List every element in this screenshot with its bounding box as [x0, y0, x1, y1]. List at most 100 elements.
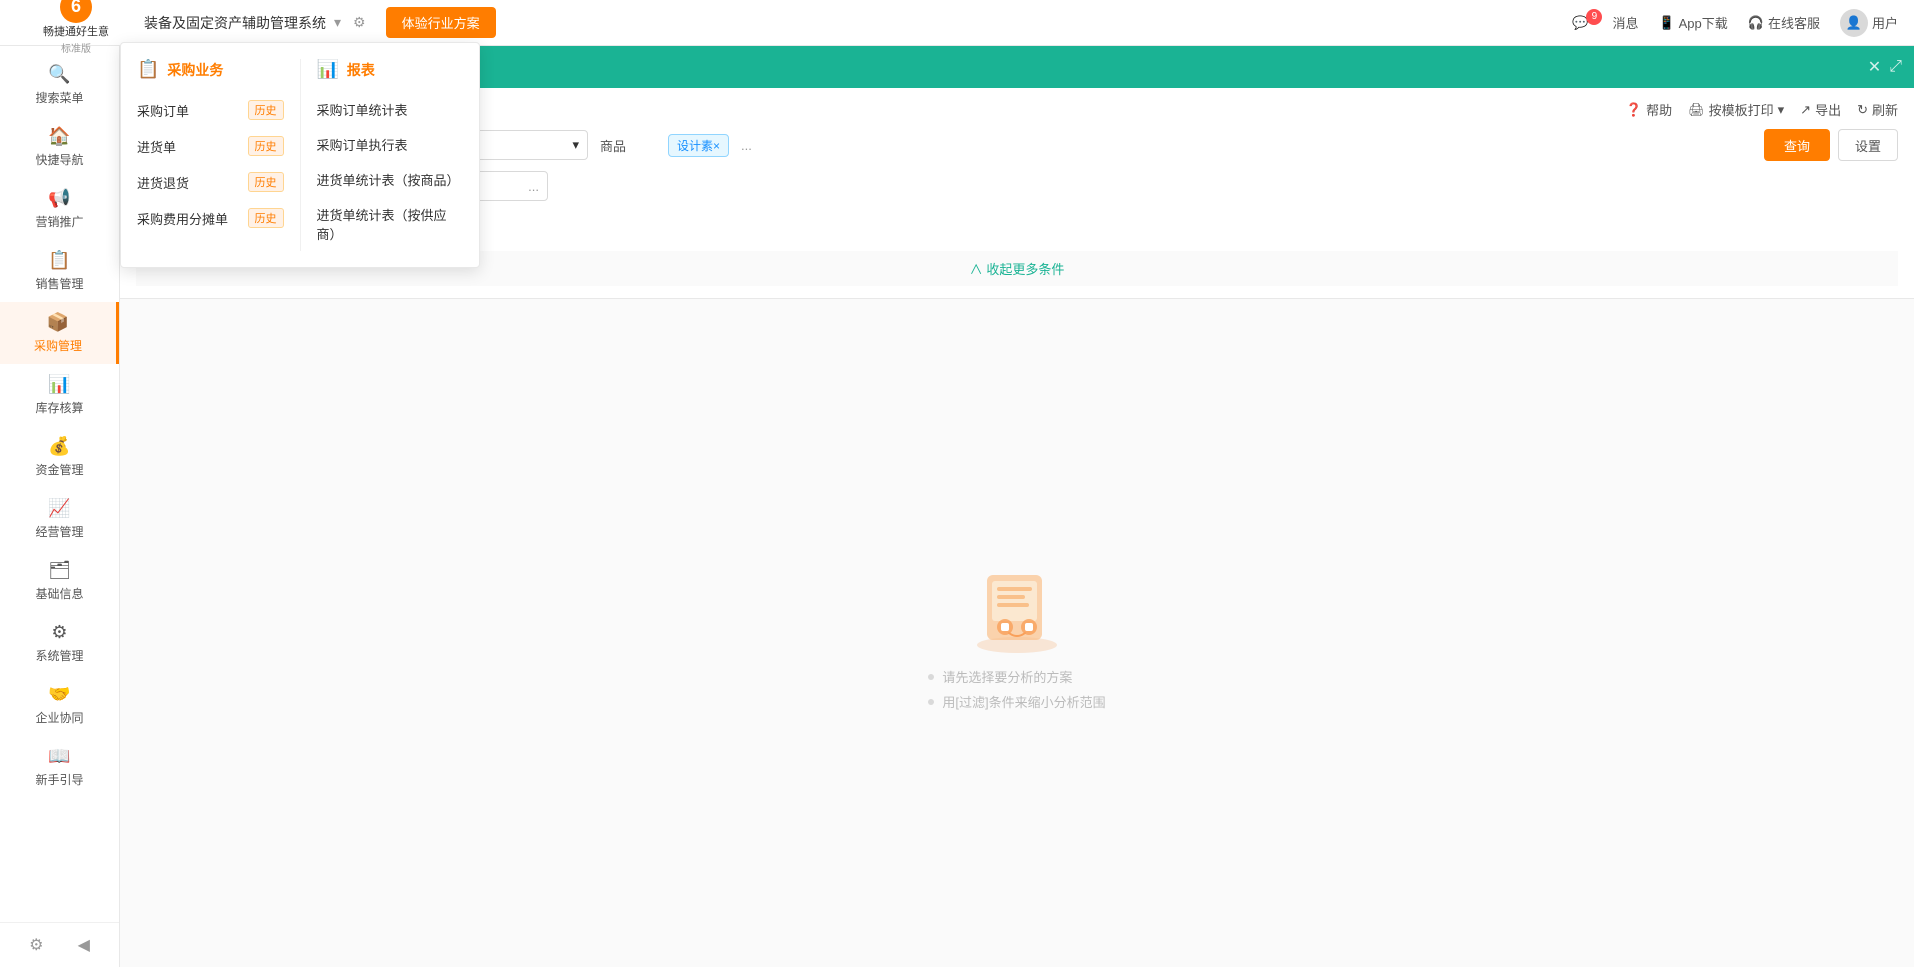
report-col-title: 报表 [347, 60, 375, 80]
dropdown-incoming[interactable]: 进货单 历史 [137, 128, 284, 164]
incoming-return-label: 进货退货 [137, 173, 189, 192]
print-icon: 🖨 [1688, 102, 1705, 118]
logo-title: 畅捷通好生意 [43, 23, 109, 39]
dropdown-purchase-order-exec[interactable]: 采购订单执行表 [317, 127, 464, 162]
sidebar-inventory-label: 库存核算 [35, 399, 83, 416]
query-button[interactable]: 查询 [1764, 129, 1830, 161]
print-dropdown-icon[interactable]: ▾ [1778, 102, 1785, 118]
system-title-text: 装备及固定资产辅助管理系统 [144, 13, 326, 33]
dropdown-arrow-icon[interactable]: ▾ [334, 14, 341, 31]
filter-actions: 查询 设置 [1764, 129, 1898, 161]
sidebar-nav-label: 快捷导航 [35, 151, 83, 168]
sidebar-item-marketing[interactable]: 📢 营销推广 [0, 178, 119, 240]
online-service-label: 在线客服 [1768, 13, 1820, 32]
sidebar-purchase-label: 采购管理 [34, 337, 82, 354]
sidebar-settings-icon[interactable]: ⚙ [29, 935, 43, 955]
print-button[interactable]: 🖨 按模板打印 ▾ [1688, 100, 1784, 119]
sidebar-bottom: ⚙ ◀ [0, 922, 119, 967]
sidebar-item-inventory[interactable]: 📊 库存核算 [0, 364, 119, 426]
salesperson-dots[interactable]: ... [528, 179, 539, 194]
user-item[interactable]: 👤 用户 [1840, 9, 1898, 37]
sidebar-collapse-icon[interactable]: ◀ [78, 935, 90, 955]
system-settings-icon[interactable]: ⚙ [353, 14, 366, 31]
sidebar-item-search[interactable]: 🔍 搜索菜单 [0, 54, 119, 116]
sidebar-item-basic[interactable]: 🗂 基础信息 [0, 550, 119, 612]
collapse-icon: ∧ [970, 262, 983, 277]
export-label: 导出 [1815, 100, 1841, 119]
sidebar-management-label: 经营管理 [35, 523, 83, 540]
management-icon: 📈 [48, 498, 70, 519]
sidebar-basic-label: 基础信息 [35, 585, 83, 602]
purchase-order-stat-label: 采购订单统计表 [317, 100, 408, 119]
sidebar-item-system[interactable]: ⚙ 系统管理 [0, 612, 119, 674]
sidebar-item-nav[interactable]: 🏠 快捷导航 [0, 116, 119, 178]
goods-tag[interactable]: 设计素× [668, 134, 729, 157]
tab-expand-action[interactable]: ⤢ [1889, 58, 1902, 76]
sidebar-item-purchase[interactable]: 📦 采购管理 [0, 302, 119, 364]
print-label: 按模板打印 [1709, 100, 1774, 119]
tab-bar-actions: ✕ ⤢ [1868, 46, 1914, 88]
empty-hint-2: 用[过滤]条件来缩小分析范围 [928, 692, 1105, 711]
goods-dots[interactable]: ... [741, 138, 752, 153]
dropdown-incoming-stat-goods[interactable]: 进货单统计表（按商品） [317, 162, 464, 197]
logo-icon: 6 [60, 0, 92, 23]
purchase-order-badge: 历史 [248, 100, 284, 120]
dropdown-purchase-order-stat[interactable]: 采购订单统计表 [317, 92, 464, 127]
sidebar-item-management[interactable]: 📈 经营管理 [0, 488, 119, 550]
finance-icon: 💰 [48, 436, 70, 457]
purchase-col-header: 📋 采购业务 [137, 59, 284, 80]
goods-tag-text: 设计素× [677, 137, 720, 154]
incoming-badge: 历史 [248, 136, 284, 156]
home-icon: 🏠 [48, 126, 70, 147]
sidebar-item-finance[interactable]: 💰 资金管理 [0, 426, 119, 488]
hint-text-2: 用[过滤]条件来缩小分析范围 [942, 692, 1105, 711]
goods-label: 商品 [600, 136, 660, 155]
sidebar-item-sales[interactable]: 📋 销售管理 [0, 240, 119, 302]
purchase-expense-badge: 历史 [248, 208, 284, 228]
sidebar-item-enterprise[interactable]: 🤝 企业协同 [0, 674, 119, 736]
report-col: 📊 报表 采购订单统计表 采购订单执行表 进货单统计表（按商品） 进货单统计表（… [301, 59, 480, 251]
trial-button[interactable]: 体验行业方案 [386, 7, 496, 38]
incoming-stat-goods-label: 进货单统计表（按商品） [317, 170, 460, 189]
report-col-icon: 📊 [317, 59, 339, 80]
online-service-item[interactable]: 🎧 在线客服 [1748, 13, 1820, 32]
top-header: 6 畅捷通好生意 标准版 装备及固定资产辅助管理系统 ▾ ⚙ 体验行业方案 💬 … [0, 0, 1914, 46]
sidebar-item-guide[interactable]: 📖 新手引导 [0, 736, 119, 798]
empty-text: 请先选择要分析的方案 用[过滤]条件来缩小分析范围 [928, 667, 1105, 711]
sidebar-marketing-label: 营销推广 [35, 213, 83, 230]
header-right: 💬 9 消息 📱 App下载 🎧 在线客服 👤 用户 [1572, 9, 1898, 37]
hint-dot-2 [928, 699, 934, 705]
export-icon: ↗ [1800, 102, 1811, 118]
refresh-button[interactable]: ↻ 刷新 [1857, 100, 1898, 119]
incoming-return-badge: 历史 [248, 172, 284, 192]
dropdown-purchase-expense[interactable]: 采购费用分摊单 历史 [137, 200, 284, 236]
tab-close-action[interactable]: ✕ [1868, 57, 1881, 77]
sidebar-finance-label: 资金管理 [35, 461, 83, 478]
system-icon: ⚙ [51, 622, 67, 643]
purchase-dropdown-menu: 📋 采购业务 采购订单 历史 进货单 历史 进货退货 历史 采购费用分摊单 历史 [120, 42, 480, 268]
notification-item[interactable]: 💬 9 消息 [1572, 13, 1638, 32]
purchase-col: 📋 采购业务 采购订单 历史 进货单 历史 进货退货 历史 采购费用分摊单 历史 [121, 59, 301, 251]
refresh-icon: ↻ [1857, 102, 1868, 118]
notification-badge: 9 [1586, 9, 1602, 25]
help-icon: ❓ [1626, 102, 1642, 118]
filter-settings-button[interactable]: 设置 [1838, 129, 1898, 161]
notification-label: 消息 [1612, 13, 1638, 32]
voucher-status-dropdown[interactable]: ▾ [572, 137, 579, 153]
sidebar-enterprise-label: 企业协同 [35, 709, 83, 726]
basic-icon: 🗂 [48, 560, 71, 581]
dropdown-incoming-stat-supplier[interactable]: 进货单统计表（按供应商） [317, 197, 464, 251]
main-content: 请先选择要分析的方案 用[过滤]条件来缩小分析范围 [120, 299, 1914, 967]
sales-icon: 📋 [48, 250, 70, 271]
headset-icon: 🎧 [1748, 15, 1764, 31]
app-download-label: App下载 [1679, 13, 1728, 32]
app-download-item[interactable]: 📱 App下载 [1658, 13, 1727, 32]
purchase-icon: 📦 [47, 312, 69, 333]
export-button[interactable]: ↗ 导出 [1800, 100, 1841, 119]
dropdown-incoming-return[interactable]: 进货退货 历史 [137, 164, 284, 200]
system-title-area: 装备及固定资产辅助管理系统 ▾ ⚙ 体验行业方案 [144, 7, 1572, 38]
help-button[interactable]: ❓ 帮助 [1626, 100, 1672, 119]
sidebar: 🔍 搜索菜单 🏠 快捷导航 📢 营销推广 📋 销售管理 📦 采购管理 📊 库存核… [0, 46, 120, 967]
dropdown-purchase-order[interactable]: 采购订单 历史 [137, 92, 284, 128]
sidebar-sales-label: 销售管理 [35, 275, 83, 292]
